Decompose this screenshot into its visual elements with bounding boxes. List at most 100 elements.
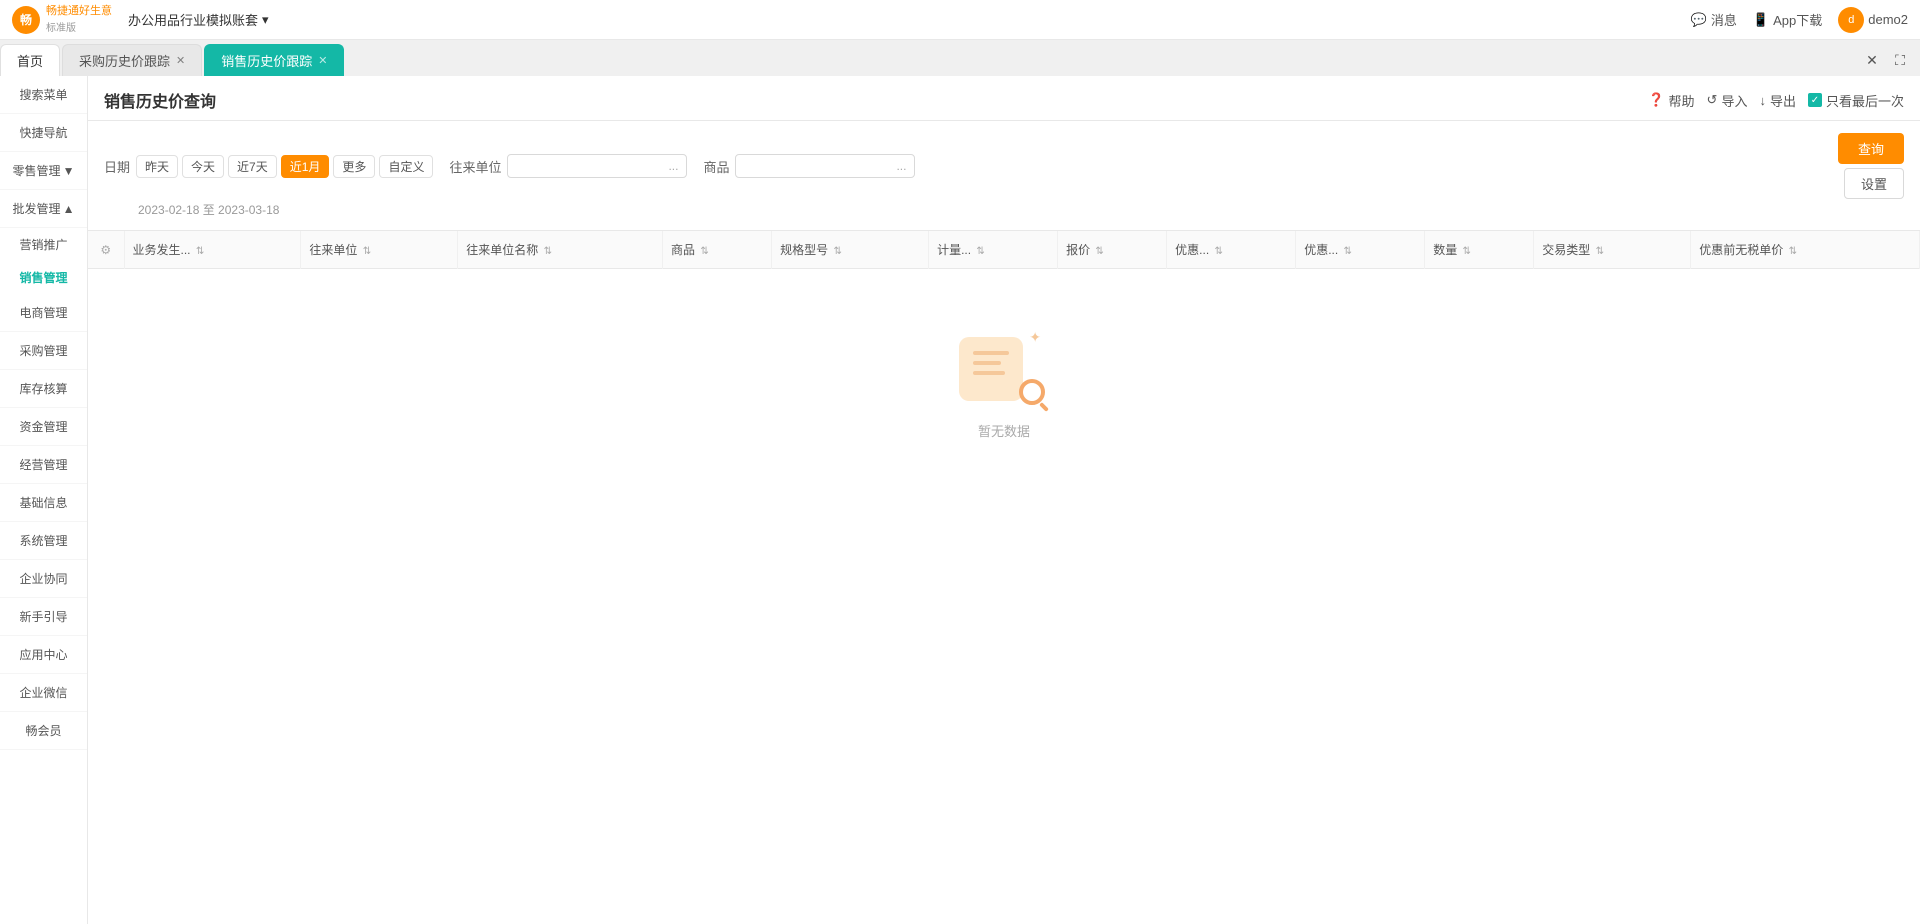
date-btn-more[interactable]: 更多	[333, 155, 375, 178]
sidebar-item-marketing[interactable]: 营销推广	[0, 228, 87, 261]
col-spec-label: 规格型号 ⇅	[780, 243, 842, 257]
help-action[interactable]: ❓ 帮助	[1648, 91, 1694, 110]
col-discount1[interactable]: 优惠... ⇅	[1167, 231, 1296, 269]
close-tab-btn[interactable]: ✕	[1860, 48, 1884, 72]
main-layout: 搜索菜单 快捷导航 零售管理 ▼ 批发管理 ▲ 营销推广 销售管理 电商管理 采	[0, 76, 1920, 924]
sidebar-operations-label: 经营管理	[19, 458, 67, 472]
col-unit-label: 计量... ⇅	[937, 243, 985, 257]
col-unit[interactable]: 计量... ⇅	[929, 231, 1058, 269]
sidebar-basic-info-label: 基础信息	[19, 496, 67, 510]
sidebar-item-ecommerce[interactable]: 电商管理	[0, 294, 87, 332]
export-icon: ↓	[1759, 93, 1766, 108]
content-area: 销售历史价查询 ❓ 帮助 ↺ 导入 ↓ 导出 ✓ 只看最后一次	[88, 76, 1920, 924]
tabbar: 首页 采购历史价跟踪 ✕ 销售历史价跟踪 ✕ ✕ ⛶	[0, 40, 1920, 76]
retail-arrow-icon: ▼	[63, 164, 75, 178]
col-partner-name[interactable]: 往来单位名称 ⇅	[458, 231, 663, 269]
col-quantity-label: 数量 ⇅	[1433, 243, 1471, 257]
col-pretax-price-label: 优惠前无税单价 ⇅	[1699, 243, 1797, 257]
goods-label: 商品	[703, 157, 729, 176]
empty-magnifier-circle	[1019, 379, 1045, 405]
tab-sales-history[interactable]: 销售历史价跟踪 ✕	[204, 44, 344, 76]
tab-purchase-history-label: 采购历史价跟踪	[79, 51, 170, 70]
sidebar-item-guide[interactable]: 新手引导	[0, 598, 87, 636]
sidebar-item-wechat[interactable]: 企业微信	[0, 674, 87, 712]
goods-input[interactable]: ...	[735, 154, 915, 178]
tab-purchase-history-close[interactable]: ✕	[176, 54, 185, 67]
settings-button[interactable]: 设置	[1844, 168, 1904, 199]
sidebar-item-inventory[interactable]: 库存核算	[0, 370, 87, 408]
date-filter: 日期 昨天 今天 近7天 近1月 更多 自定义	[104, 155, 433, 178]
date-buttons: 昨天 今天 近7天 近1月 更多 自定义	[136, 155, 433, 178]
sidebar-item-retail[interactable]: 零售管理 ▼	[0, 152, 87, 190]
app-selector[interactable]: 办公用品行业模拟账套 ▾	[120, 6, 277, 33]
sidebar-wechat-label: 企业微信	[19, 686, 67, 700]
help-label: 帮助	[1669, 91, 1695, 110]
col-partner-code-label: 往来单位 ⇅	[309, 243, 371, 257]
sidebar-item-sales-mgmt[interactable]: 销售管理	[0, 261, 87, 294]
sidebar-item-operations[interactable]: 经营管理	[0, 446, 87, 484]
only-last-checkbox-label[interactable]: ✓ 只看最后一次	[1808, 91, 1904, 110]
date-range-text: 2023-02-18 至 2023-03-18	[138, 201, 1904, 218]
sidebar-shortcut-label: 快捷导航	[4, 124, 83, 141]
sidebar-item-cooperation[interactable]: 企业协同	[0, 560, 87, 598]
sidebar-inventory-label: 库存核算	[19, 382, 67, 396]
col-goods-label: 商品 ⇅	[671, 243, 709, 257]
sidebar-item-basic-info[interactable]: 基础信息	[0, 484, 87, 522]
tab-sales-history-close[interactable]: ✕	[318, 54, 327, 67]
user-item[interactable]: d demo2	[1838, 7, 1908, 33]
sidebar-item-search[interactable]: 搜索菜单	[0, 76, 87, 114]
sidebar-item-finance[interactable]: 资金管理	[0, 408, 87, 446]
date-btn-1month[interactable]: 近1月	[281, 155, 330, 178]
col-goods[interactable]: 商品 ⇅	[663, 231, 772, 269]
col-partner-code[interactable]: 往来单位 ⇅	[301, 231, 458, 269]
col-trade-type[interactable]: 交易类型 ⇅	[1534, 231, 1691, 269]
message-item[interactable]: 💬 消息	[1691, 10, 1737, 29]
username: demo2	[1868, 12, 1908, 27]
date-btn-today[interactable]: 今天	[182, 155, 224, 178]
col-quantity[interactable]: 数量 ⇅	[1425, 231, 1534, 269]
partner-input[interactable]: ...	[507, 154, 687, 178]
sidebar-item-shortcut[interactable]: 快捷导航	[0, 114, 87, 152]
page-title: 销售历史价查询	[104, 88, 216, 112]
help-icon: ❓	[1648, 92, 1664, 108]
app-download-item[interactable]: 📱 App下载	[1753, 10, 1822, 29]
phone-icon: 📱	[1753, 12, 1769, 28]
import-action[interactable]: ↺ 导入	[1707, 91, 1748, 110]
message-label: 消息	[1711, 10, 1737, 29]
date-btn-7days[interactable]: 近7天	[228, 155, 277, 178]
table-area: ⚙ 业务发生... ⇅ 往来单位 ⇅ 往来单位名称 ⇅ 商品 ⇅	[88, 231, 1920, 924]
filter-row-1: 日期 昨天 今天 近7天 近1月 更多 自定义 往来单位 ...	[104, 133, 1904, 199]
sidebar-retail-label: 零售管理	[13, 162, 61, 179]
date-btn-custom[interactable]: 自定义	[379, 155, 433, 178]
query-button[interactable]: 查询	[1838, 133, 1904, 164]
partner-label: 往来单位	[449, 157, 501, 176]
data-table: ⚙ 业务发生... ⇅ 往来单位 ⇅ 往来单位名称 ⇅ 商品 ⇅	[88, 231, 1920, 269]
message-icon: 💬	[1691, 12, 1707, 28]
page-header-actions: ❓ 帮助 ↺ 导入 ↓ 导出 ✓ 只看最后一次	[1648, 91, 1904, 110]
export-action[interactable]: ↓ 导出	[1759, 91, 1796, 110]
sidebar-item-app-center[interactable]: 应用中心	[0, 636, 87, 674]
col-biz-date[interactable]: 业务发生... ⇅	[124, 231, 301, 269]
sidebar-item-wholesale[interactable]: 批发管理 ▲	[0, 190, 87, 228]
sidebar-item-system[interactable]: 系统管理	[0, 522, 87, 560]
col-discount2[interactable]: 优惠... ⇅	[1296, 231, 1425, 269]
col-biz-date-label: 业务发生... ⇅	[133, 243, 205, 257]
sidebar-purchase-label: 采购管理	[19, 344, 67, 358]
settings-col-icon[interactable]: ⚙	[100, 243, 111, 257]
tab-home[interactable]: 首页	[0, 44, 60, 76]
page-header: 销售历史价查询 ❓ 帮助 ↺ 导入 ↓ 导出 ✓ 只看最后一次	[88, 76, 1920, 121]
date-btn-yesterday[interactable]: 昨天	[136, 155, 178, 178]
col-quoted-price[interactable]: 报价 ⇅	[1058, 231, 1167, 269]
maximize-btn[interactable]: ⛶	[1888, 48, 1912, 72]
tab-sales-history-label: 销售历史价跟踪	[221, 51, 312, 70]
sidebar-item-purchase[interactable]: 采购管理	[0, 332, 87, 370]
tab-purchase-history[interactable]: 采购历史价跟踪 ✕	[62, 44, 202, 76]
col-spec[interactable]: 规格型号 ⇅	[772, 231, 929, 269]
dropdown-icon: ▾	[262, 12, 269, 28]
empty-magnifier-handle	[1039, 402, 1049, 412]
sidebar-ecommerce-label: 电商管理	[19, 306, 67, 320]
sidebar-item-vip[interactable]: 畅会员	[0, 712, 87, 750]
sidebar-app-center-label: 应用中心	[19, 648, 67, 662]
col-pretax-price[interactable]: 优惠前无税单价 ⇅	[1691, 231, 1920, 269]
only-last-checkbox[interactable]: ✓	[1808, 93, 1822, 107]
